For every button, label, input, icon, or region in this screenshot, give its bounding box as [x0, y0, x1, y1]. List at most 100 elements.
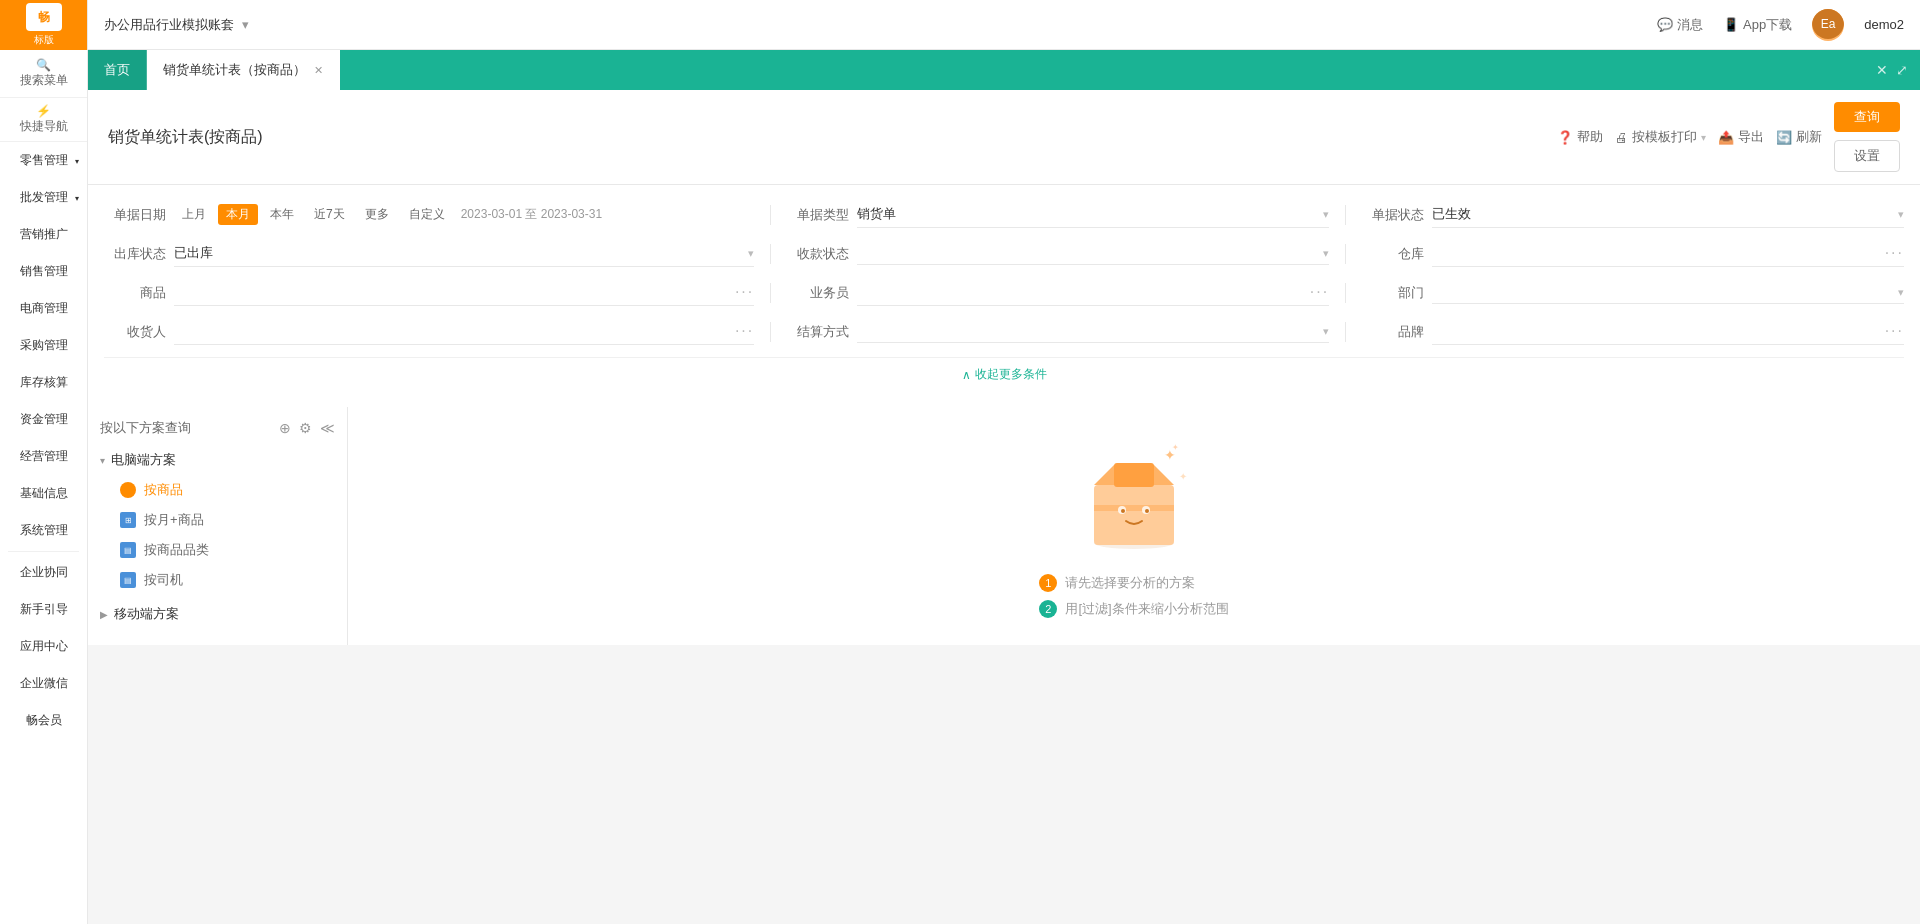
app-download-label: App下载 [1743, 16, 1792, 34]
filter-row-2: 出库状态 已出库 ▾ 收款状态 ▾ 仓库 [104, 240, 1904, 267]
left-scheme-panel: 按以下方案查询 ⊕ ⚙ ≪ ▾ 电脑端方案 按商品 [88, 407, 348, 645]
sidebar-item-marketing[interactable]: 营销推广 [0, 216, 87, 253]
help-icon: ❓ [1557, 130, 1573, 145]
scheme-item-by-cashier[interactable]: ▤ 按司机 [88, 565, 347, 595]
tab-maximize-btn[interactable]: ⤢ [1896, 62, 1908, 78]
template-print-btn[interactable]: 🖨 按模板打印 ▾ [1615, 128, 1706, 146]
sidebar-item-ecom[interactable]: 电商管理 [0, 290, 87, 327]
edit-scheme-btn[interactable]: ⚙ [299, 420, 312, 436]
date-tab-7days[interactable]: 近7天 [306, 204, 353, 225]
warehouse-more-icon[interactable]: ··· [1885, 244, 1904, 262]
sidebar-item-quick-nav[interactable]: ⚡ 快捷导航 [0, 98, 87, 142]
sidebar-finance-label: 资金管理 [0, 411, 87, 428]
set-button[interactable]: 设置 [1834, 140, 1900, 172]
sidebar-item-wholesale[interactable]: 批发管理 [0, 179, 87, 216]
sidebar-item-basic[interactable]: 基础信息 [0, 475, 87, 512]
date-tab-last-month[interactable]: 上月 [174, 204, 214, 225]
dept-select[interactable]: ▾ [1432, 282, 1904, 304]
filter-row-4: 收货人 ··· 结算方式 ▾ 品牌 [104, 318, 1904, 345]
user-avatar[interactable]: Ea [1812, 9, 1844, 41]
sidebar-item-member[interactable]: 畅会员 [0, 702, 87, 739]
tab-sales-stat[interactable]: 销货单统计表（按商品） ✕ [147, 50, 340, 90]
industry-dropdown-icon[interactable]: ▾ [242, 17, 249, 32]
search-icon: 🔍 [0, 58, 87, 72]
sidebar-item-guide[interactable]: 新手引导 [0, 591, 87, 628]
brand-select[interactable]: ··· [1432, 318, 1904, 345]
scheme-group-mobile-header[interactable]: ▶ 移动端方案 [88, 599, 347, 629]
salesman-more-icon[interactable]: ··· [1310, 283, 1329, 301]
brand-more-icon[interactable]: ··· [1885, 322, 1904, 340]
template-print-label: 按模板打印 [1632, 128, 1697, 146]
logo-icon: 畅 [26, 3, 62, 31]
date-tab-this-month[interactable]: 本月 [218, 204, 258, 225]
sidebar-item-app-center[interactable]: 应用中心 [0, 628, 87, 665]
tab-close-btn[interactable]: ✕ [314, 64, 323, 77]
empty-state: ✦ ✦ ✦ 1 请先选择要分析的方案 2 用[过滤]条件来缩小分析范围 [348, 407, 1920, 645]
collapse-label: 收起更多条件 [975, 366, 1047, 383]
refresh-btn[interactable]: 🔄 刷新 [1776, 128, 1822, 146]
sidebar-item-sales-mgmt[interactable]: 销售管理 [0, 253, 87, 290]
salesman-select[interactable]: ··· [857, 279, 1329, 306]
scheme-item-by-goods-cat[interactable]: ▤ 按商品品类 [88, 535, 347, 565]
sidebar-item-inventory[interactable]: 库存核算 [0, 364, 87, 401]
doc-status-value: 已生效 [1432, 205, 1471, 223]
app-download-btn[interactable]: 📱 App下载 [1723, 16, 1792, 34]
query-button[interactable]: 查询 [1834, 102, 1900, 132]
sidebar-purchase-label: 采购管理 [0, 337, 87, 354]
top-header: 办公用品行业模拟账套 ▾ 💬 消息 📱 App下载 Ea demo2 [88, 0, 1920, 50]
sidebar-item-retail[interactable]: 零售管理 [0, 142, 87, 179]
receipt-status-select[interactable]: ▾ [857, 243, 1329, 265]
filter-panel: 单据日期 上月 本月 本年 近7天 更多 自定义 2023-03-01 至 20… [88, 185, 1920, 407]
warehouse-select[interactable]: ··· [1432, 240, 1904, 267]
payment-select[interactable]: ▾ [857, 321, 1329, 343]
doc-type-label: 单据类型 [787, 206, 857, 224]
collapse-scheme-btn[interactable]: ≪ [320, 420, 335, 436]
sidebar-item-operations[interactable]: 经营管理 [0, 438, 87, 475]
add-scheme-btn[interactable]: ⊕ [279, 420, 291, 436]
sidebar-sales-label: 销售管理 [0, 263, 87, 280]
tab-home[interactable]: 首页 [88, 50, 147, 90]
export-btn[interactable]: 📤 导出 [1718, 128, 1764, 146]
sidebar-logo[interactable]: 畅 标版 [0, 0, 87, 50]
sidebar-guide-label: 新手引导 [0, 601, 87, 618]
scheme-group-pc: ▾ 电脑端方案 按商品 ⊞ 按月+商品 [88, 445, 347, 595]
date-tab-custom[interactable]: 自定义 [401, 204, 453, 225]
help-btn[interactable]: ❓ 帮助 [1557, 128, 1603, 146]
scheme-by-goods-cat-icon: ▤ [120, 542, 136, 558]
sidebar-corp-wechat-label: 企业微信 [0, 675, 87, 692]
doc-status-select[interactable]: 已生效 ▾ [1432, 201, 1904, 228]
date-tab-more[interactable]: 更多 [357, 204, 397, 225]
hint-num-2: 2 [1039, 600, 1057, 618]
message-btn[interactable]: 💬 消息 [1657, 16, 1703, 34]
out-status-select[interactable]: 已出库 ▾ [174, 240, 754, 267]
sidebar-item-purchase[interactable]: 采购管理 [0, 327, 87, 364]
export-icon: 📤 [1718, 130, 1734, 145]
sidebar-item-system[interactable]: 系统管理 [0, 512, 87, 549]
sidebar-item-finance[interactable]: 资金管理 [0, 401, 87, 438]
scheme-group-mobile-arrow-icon: ▶ [100, 609, 108, 620]
tab-window-btns: ✕ ⤢ [1864, 62, 1920, 78]
date-row: 上月 本月 本年 近7天 更多 自定义 2023-03-01 至 2023-03… [174, 204, 602, 225]
username-label: demo2 [1864, 17, 1904, 32]
doc-status-arrow-icon: ▾ [1898, 208, 1904, 221]
sidebar-marketing-label: 营销推广 [0, 226, 87, 243]
receipt-status-arrow-icon: ▾ [1323, 247, 1329, 260]
date-tab-this-year[interactable]: 本年 [262, 204, 302, 225]
sidebar-item-corp-wechat[interactable]: 企业微信 [0, 665, 87, 702]
consignee-label: 收货人 [104, 323, 174, 341]
consignee-select[interactable]: ··· [174, 318, 754, 345]
scheme-item-by-month-goods[interactable]: ⊞ 按月+商品 [88, 505, 347, 535]
goods-more-icon[interactable]: ··· [735, 283, 754, 301]
tab-close-window-btn[interactable]: ✕ [1876, 62, 1888, 78]
consignee-more-icon[interactable]: ··· [735, 322, 754, 340]
goods-select[interactable]: ··· [174, 279, 754, 306]
sidebar-item-search[interactable]: 🔍 搜索菜单 [0, 50, 87, 98]
empty-hint-1: 1 请先选择要分析的方案 [1039, 574, 1228, 592]
collapse-btn[interactable]: ∧ 收起更多条件 [962, 366, 1047, 383]
doc-type-select[interactable]: 销货单 ▾ [857, 201, 1329, 228]
scheme-item-by-goods[interactable]: 按商品 [88, 475, 347, 505]
sidebar-item-corp[interactable]: 企业协同 [0, 554, 87, 591]
scheme-group-mobile: ▶ 移动端方案 [88, 599, 347, 629]
scheme-group-pc-header[interactable]: ▾ 电脑端方案 [88, 445, 347, 475]
sidebar-inventory-label: 库存核算 [0, 374, 87, 391]
